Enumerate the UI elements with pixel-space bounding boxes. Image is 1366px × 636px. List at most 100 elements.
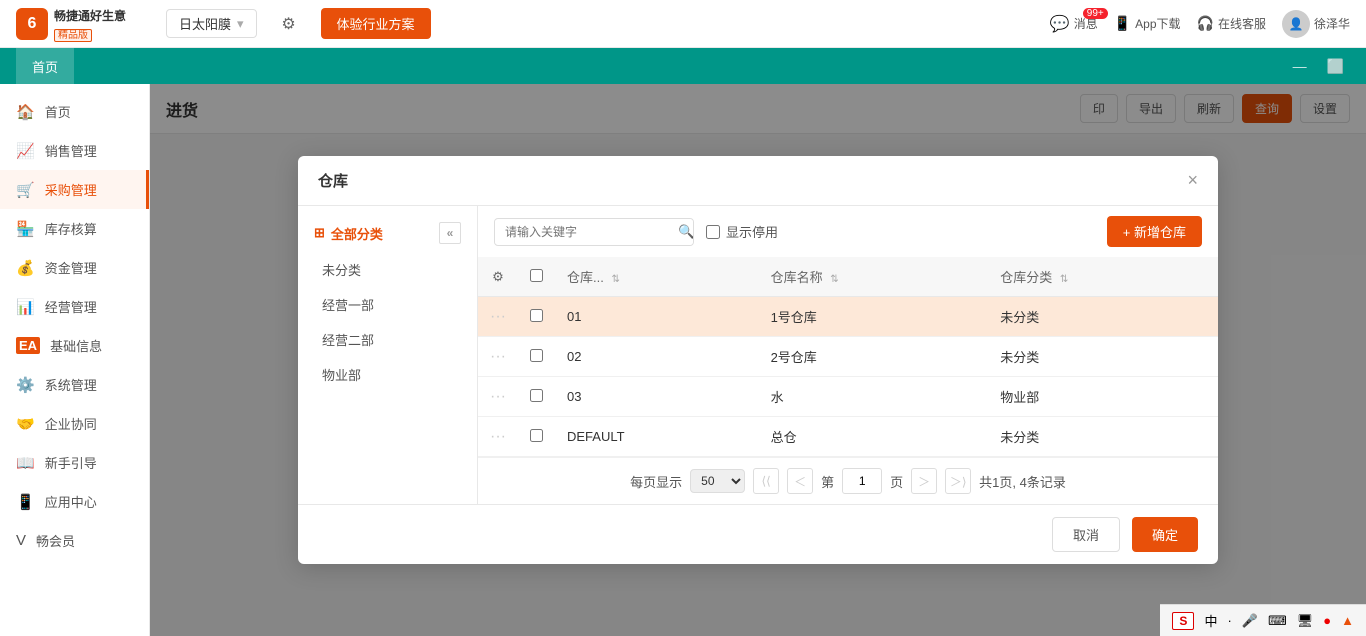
cancel-button[interactable]: 取消	[1052, 517, 1120, 552]
row-actions-icon[interactable]: ···	[490, 388, 506, 405]
row-checkbox-cell	[518, 417, 555, 457]
search-input[interactable]	[495, 220, 670, 244]
select-all-checkbox[interactable]	[530, 269, 543, 282]
next-page-button[interactable]: ＞	[911, 468, 937, 494]
page-input[interactable]	[842, 468, 882, 494]
trial-button[interactable]: 体验行业方案	[321, 8, 431, 39]
show-disabled-checkbox[interactable]	[706, 225, 720, 239]
modal-close-button[interactable]: ×	[1187, 170, 1198, 191]
col-code: 仓库... ⇅	[555, 257, 759, 297]
enterprise-icon: 🤝	[16, 415, 35, 433]
row-code: DEFAULT	[555, 417, 759, 457]
taskbar-dot: ·	[1227, 613, 1231, 628]
confirm-button[interactable]: 确定	[1132, 517, 1198, 552]
row-checkbox-cell	[518, 377, 555, 417]
sub-header-right: — ⬜	[1287, 56, 1350, 77]
taskbar-monitor[interactable]: 🖥	[1297, 613, 1314, 629]
new-warehouse-button[interactable]: + 新增仓库	[1107, 216, 1202, 247]
row-checkbox[interactable]	[530, 389, 543, 402]
row-actions-cell: ···	[478, 297, 518, 337]
operation-icon: 📊	[16, 298, 35, 316]
sidebar-item-finance[interactable]: 💰 资金管理	[0, 248, 149, 287]
row-actions-icon[interactable]: ···	[490, 308, 506, 325]
taskbar: S 中 · 🎤 ⌨ 🖥 ● ▲	[1160, 604, 1366, 636]
row-checkbox[interactable]	[530, 349, 543, 362]
guide-icon: 📖	[16, 454, 35, 472]
user-icon: 👤	[1289, 17, 1304, 31]
taskbar-mic[interactable]: 🎤	[1242, 613, 1258, 629]
sort-icon-code: ⇅	[611, 274, 619, 285]
inventory-icon: 🏪	[16, 220, 35, 238]
table-row[interactable]: ··· 02 2号仓库 未分类	[478, 337, 1218, 377]
table-row[interactable]: ··· DEFAULT 总仓 未分类	[478, 417, 1218, 457]
search-input-wrap: 🔍	[494, 218, 694, 246]
headset-icon: 🎧	[1197, 15, 1214, 32]
logo-text: 畅捷通好生意 精品版	[54, 7, 126, 41]
settings-icon[interactable]: ⚙	[273, 8, 305, 40]
search-icon-button[interactable]: 🔍	[670, 219, 694, 245]
finance-icon: 💰	[16, 259, 35, 277]
sidebar-item-member[interactable]: V 畅会员	[0, 521, 149, 560]
system-icon: ⚙️	[16, 376, 35, 394]
row-actions-cell: ···	[478, 417, 518, 457]
subnav-home[interactable]: 首页	[16, 48, 74, 84]
col-checkbox	[518, 257, 555, 297]
sidebar-item-appcenter[interactable]: 📱 应用中心	[0, 482, 149, 521]
maximize-button[interactable]: ⬜	[1321, 56, 1350, 77]
sidebar-item-purchase[interactable]: 🛒 采购管理	[0, 170, 149, 209]
per-page-select[interactable]: 50 100	[690, 469, 745, 493]
taskbar-lang[interactable]: 中	[1204, 611, 1217, 630]
taskbar-red: ●	[1323, 613, 1331, 628]
minimize-button[interactable]: —	[1287, 56, 1313, 76]
row-actions-icon[interactable]: ···	[490, 348, 506, 365]
sidebar-item-sales[interactable]: 📈 销售管理	[0, 131, 149, 170]
message-icon: 💬	[1050, 14, 1070, 34]
pagination-bar: 每页显示 50 100 ⟨⟨ ＜ 第 页 ＞ ＞⟩	[478, 457, 1218, 504]
category-collapse-button[interactable]: «	[439, 222, 461, 244]
sidebar-item-guide[interactable]: 📖 新手引导	[0, 443, 149, 482]
sidebar-item-enterprise[interactable]: 🤝 企业协同	[0, 404, 149, 443]
row-checkbox[interactable]	[530, 429, 543, 442]
basic-icon: EA	[16, 337, 40, 354]
sidebar-item-home[interactable]: 🏠 首页	[0, 92, 149, 131]
chevron-down-icon: ▾	[237, 16, 244, 32]
row-code: 02	[555, 337, 759, 377]
row-name: 总仓	[759, 417, 989, 457]
row-category: 物业部	[988, 377, 1218, 417]
sidebar-item-basic[interactable]: EA 基础信息	[0, 326, 149, 365]
top-header: 6 畅捷通好生意 精品版 日太阳膜 ▾ ⚙ 体验行业方案 💬 消息 99+ 📱 …	[0, 0, 1366, 48]
row-actions-icon[interactable]: ···	[490, 428, 506, 445]
prev-page-button[interactable]: ＜	[787, 468, 813, 494]
category-item-dept2[interactable]: 经营二部	[298, 322, 477, 357]
app-download-item[interactable]: 📱 App下载	[1114, 15, 1181, 32]
sort-icon-name: ⇅	[830, 274, 838, 285]
sidebar-item-inventory[interactable]: 🏪 库存核算	[0, 209, 149, 248]
category-all[interactable]: ⊞ 全部分类 «	[298, 214, 477, 252]
message-item[interactable]: 💬 消息 99+	[1050, 14, 1098, 34]
online-service-item[interactable]: 🎧 在线客服	[1197, 15, 1266, 32]
taskbar-keyboard[interactable]: ⌨	[1268, 613, 1287, 629]
category-item-dept1[interactable]: 经营一部	[298, 287, 477, 322]
data-table: ⚙ 仓库... ⇅	[478, 257, 1218, 457]
sales-icon: 📈	[16, 142, 35, 160]
row-category: 未分类	[988, 337, 1218, 377]
row-checkbox[interactable]	[530, 309, 543, 322]
sidebar-item-system[interactable]: ⚙️ 系统管理	[0, 365, 149, 404]
modal-footer: 取消 确定	[298, 504, 1218, 564]
row-name: 水	[759, 377, 989, 417]
modal-overlay: 仓库 × ⊞ 全部分类 « 未分类 经营一部 经营二部	[150, 84, 1366, 636]
first-page-button[interactable]: ⟨⟨	[753, 468, 779, 494]
last-page-button[interactable]: ＞⟩	[945, 468, 971, 494]
row-category: 未分类	[988, 297, 1218, 337]
store-selector[interactable]: 日太阳膜 ▾	[166, 9, 257, 38]
table-row[interactable]: ··· 01 1号仓库 未分类	[478, 297, 1218, 337]
category-item-unclassified[interactable]: 未分类	[298, 252, 477, 287]
main-layout: 🏠 首页 📈 销售管理 🛒 采购管理 🏪 库存核算 💰 资金管理 📊 经营管理 …	[0, 84, 1366, 636]
sub-header: 首页 — ⬜	[0, 48, 1366, 84]
sidebar-item-operation[interactable]: 📊 经营管理	[0, 287, 149, 326]
category-item-property[interactable]: 物业部	[298, 357, 477, 392]
col-settings: ⚙	[478, 257, 518, 297]
header-center: 日太阳膜 ▾ ⚙ 体验行业方案	[166, 8, 1050, 40]
table-row[interactable]: ··· 03 水 物业部	[478, 377, 1218, 417]
user-item[interactable]: 👤 徐泽华	[1282, 10, 1350, 38]
